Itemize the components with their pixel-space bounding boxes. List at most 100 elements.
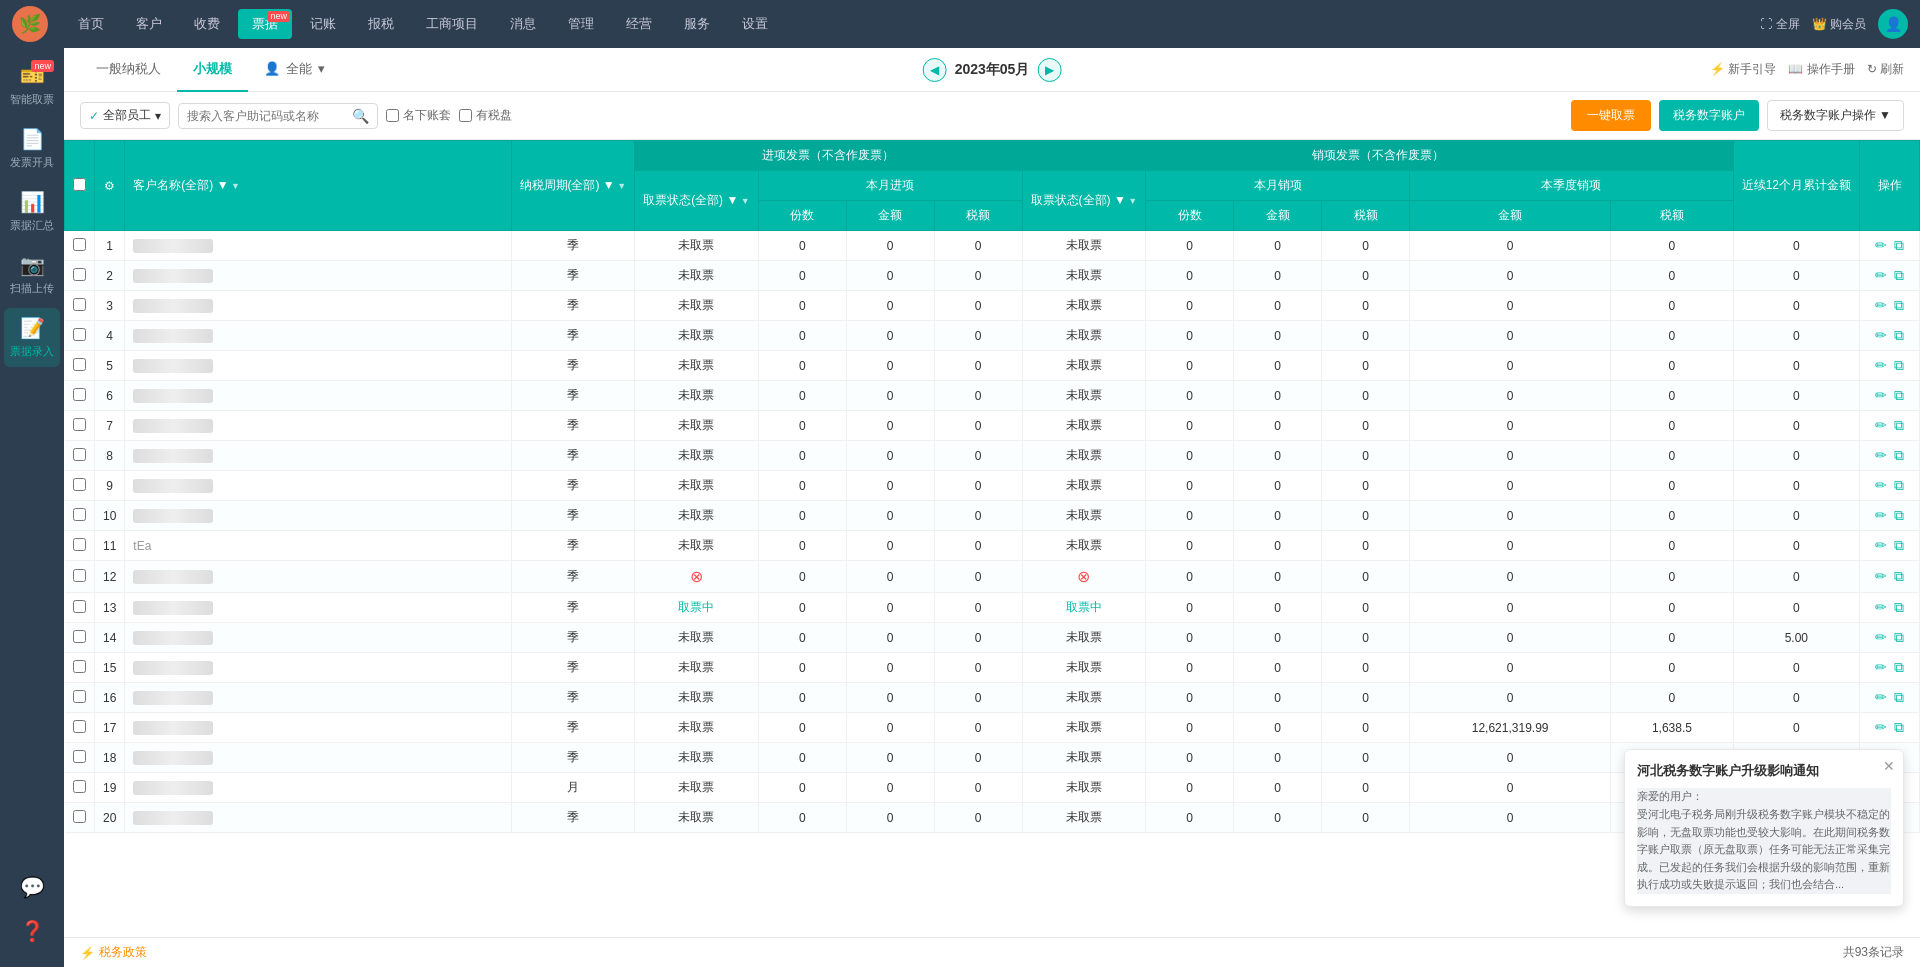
sidebar-item-smart-ticket[interactable]: 🎫 智能取票 new — [4, 56, 60, 115]
copy-icon[interactable]: ⧉ — [1892, 659, 1906, 675]
copy-icon[interactable]: ⧉ — [1892, 689, 1906, 705]
row-check[interactable] — [73, 600, 86, 613]
prev-month-btn[interactable]: ◀ — [923, 58, 947, 82]
copy-icon[interactable]: ⧉ — [1892, 537, 1906, 553]
sidebar-item-entry[interactable]: 📝 票据录入 — [4, 308, 60, 367]
search-box[interactable]: 🔍 — [178, 103, 378, 129]
row-checkbox[interactable] — [65, 531, 95, 561]
copy-icon[interactable]: ⧉ — [1892, 568, 1906, 584]
row-check[interactable] — [73, 298, 86, 311]
row-checkbox[interactable] — [65, 261, 95, 291]
copy-icon[interactable]: ⧉ — [1892, 599, 1906, 615]
edit-icon[interactable]: ✏ — [1873, 447, 1889, 463]
row-check[interactable] — [73, 508, 86, 521]
copy-icon[interactable]: ⧉ — [1892, 267, 1906, 283]
row-check[interactable] — [73, 238, 86, 251]
tax-digital-operation-btn[interactable]: 税务数字账户操作 ▼ — [1767, 100, 1904, 131]
row-checkbox[interactable] — [65, 803, 95, 833]
row-check[interactable] — [73, 780, 86, 793]
tab-general-taxpayer[interactable]: 一般纳税人 — [80, 48, 177, 92]
copy-icon[interactable]: ⧉ — [1892, 719, 1906, 735]
th-client-name[interactable]: 客户名称(全部) ▼ — [125, 141, 511, 231]
row-check[interactable] — [73, 478, 86, 491]
nav-customer[interactable]: 客户 — [122, 9, 176, 39]
edit-icon[interactable]: ✏ — [1873, 507, 1889, 523]
notification-close-btn[interactable]: ✕ — [1883, 758, 1895, 774]
tax-digital-account-btn[interactable]: 税务数字账户 — [1659, 100, 1759, 131]
tab-small-scale[interactable]: 小规模 — [177, 48, 248, 92]
row-checkbox[interactable] — [65, 411, 95, 441]
row-checkbox[interactable] — [65, 291, 95, 321]
row-check[interactable] — [73, 418, 86, 431]
nav-manage[interactable]: 管理 — [554, 9, 608, 39]
row-checkbox[interactable] — [65, 441, 95, 471]
edit-icon[interactable]: ✏ — [1873, 237, 1889, 253]
edit-icon[interactable]: ✏ — [1873, 417, 1889, 433]
row-check[interactable] — [73, 388, 86, 401]
nav-commerce[interactable]: 工商项目 — [412, 9, 492, 39]
copy-icon[interactable]: ⧉ — [1892, 417, 1906, 433]
search-input[interactable] — [187, 109, 352, 123]
manual-btn[interactable]: 📖 操作手册 — [1788, 61, 1854, 78]
th-tax-period[interactable]: 纳税周期(全部) ▼ — [511, 141, 635, 231]
edit-icon[interactable]: ✏ — [1873, 267, 1889, 283]
nav-operation[interactable]: 经营 — [612, 9, 666, 39]
edit-icon[interactable]: ✏ — [1873, 719, 1889, 735]
select-all-checkbox[interactable] — [73, 178, 86, 191]
copy-icon[interactable]: ⧉ — [1892, 477, 1906, 493]
next-month-btn[interactable]: ▶ — [1037, 58, 1061, 82]
row-check[interactable] — [73, 690, 86, 703]
row-check[interactable] — [73, 358, 86, 371]
sub-ledger-checkbox[interactable]: 名下账套 — [386, 107, 451, 124]
copy-icon[interactable]: ⧉ — [1892, 387, 1906, 403]
copy-icon[interactable]: ⧉ — [1892, 237, 1906, 253]
edit-icon[interactable]: ✏ — [1873, 629, 1889, 645]
copy-icon[interactable]: ⧉ — [1892, 357, 1906, 373]
vip-btn[interactable]: 👑 购会员 — [1812, 16, 1866, 33]
sidebar-item-scan[interactable]: 📷 扫描上传 — [4, 245, 60, 304]
new-guide-btn[interactable]: ⚡ 新手引导 — [1710, 61, 1776, 78]
nav-ticket[interactable]: 票据new — [238, 9, 292, 39]
row-check[interactable] — [73, 268, 86, 281]
refresh-btn[interactable]: ↻ 刷新 — [1867, 61, 1904, 78]
sub-ledger-check[interactable] — [386, 109, 399, 122]
row-check[interactable] — [73, 328, 86, 341]
row-checkbox[interactable] — [65, 623, 95, 653]
row-checkbox[interactable] — [65, 713, 95, 743]
sidebar-item-invoice[interactable]: 📄 发票开具 — [4, 119, 60, 178]
logo[interactable]: 🌿 — [12, 6, 48, 42]
row-checkbox[interactable] — [65, 321, 95, 351]
row-checkbox[interactable] — [65, 471, 95, 501]
tab-all[interactable]: 👤 全能 ▾ — [248, 48, 341, 92]
th-xiao-status[interactable]: 取票状态(全部) ▼ — [1022, 171, 1146, 231]
row-checkbox[interactable] — [65, 561, 95, 593]
employee-filter[interactable]: ✓ 全部员工 ▾ — [80, 102, 170, 129]
row-checkbox[interactable] — [65, 593, 95, 623]
row-check[interactable] — [73, 720, 86, 733]
sidebar-item-summary[interactable]: 📊 票据汇总 — [4, 182, 60, 241]
row-checkbox[interactable] — [65, 501, 95, 531]
tax-policy-link[interactable]: ⚡ 税务政策 — [80, 944, 147, 961]
edit-icon[interactable]: ✏ — [1873, 477, 1889, 493]
row-checkbox[interactable] — [65, 351, 95, 381]
sidebar-item-chat[interactable]: 💬 — [4, 867, 60, 907]
row-check[interactable] — [73, 810, 86, 823]
copy-icon[interactable]: ⧉ — [1892, 297, 1906, 313]
row-check[interactable] — [73, 660, 86, 673]
fullscreen-btn[interactable]: ⛶ 全屏 — [1760, 16, 1799, 33]
nav-bookkeeping[interactable]: 记账 — [296, 9, 350, 39]
sidebar-item-help[interactable]: ❓ — [4, 911, 60, 951]
row-check[interactable] — [73, 538, 86, 551]
row-checkbox[interactable] — [65, 773, 95, 803]
user-avatar[interactable]: 👤 — [1878, 9, 1908, 39]
edit-icon[interactable]: ✏ — [1873, 387, 1889, 403]
nav-fee[interactable]: 收费 — [180, 9, 234, 39]
row-check[interactable] — [73, 569, 86, 582]
row-checkbox[interactable] — [65, 381, 95, 411]
row-checkbox[interactable] — [65, 231, 95, 261]
quick-ticket-btn[interactable]: 一键取票 — [1571, 100, 1651, 131]
nav-settings[interactable]: 设置 — [728, 9, 782, 39]
copy-icon[interactable]: ⧉ — [1892, 447, 1906, 463]
row-checkbox[interactable] — [65, 653, 95, 683]
copy-icon[interactable]: ⧉ — [1892, 327, 1906, 343]
